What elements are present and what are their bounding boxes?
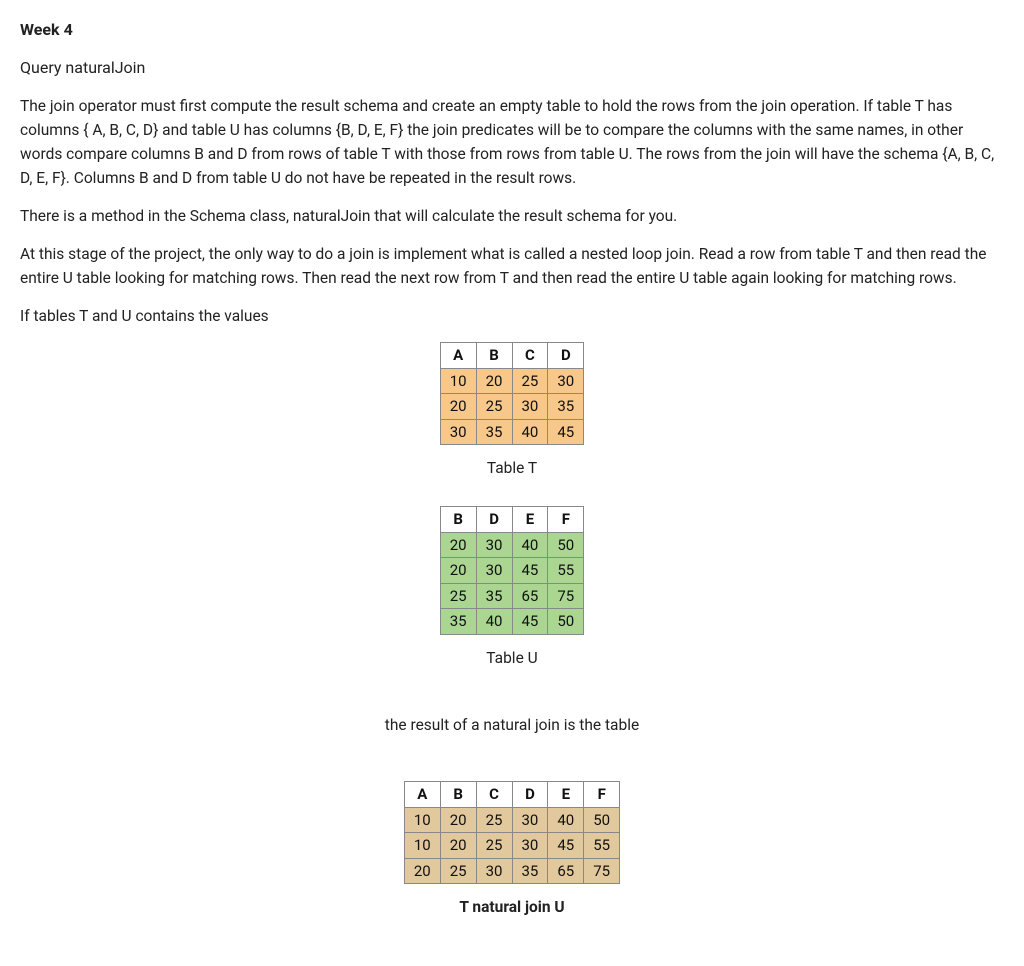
table-cell: 35 <box>476 583 512 609</box>
table-cell: 20 <box>476 368 512 394</box>
table-cell: 25 <box>476 807 512 833</box>
table-cell: 45 <box>512 558 548 584</box>
table-cell: 65 <box>548 858 584 884</box>
table-result: A B C D E F 10 20 25 30 40 50 10 20 25 3… <box>404 781 620 884</box>
table-row: 20 30 40 50 <box>440 532 584 558</box>
paragraph-2: There is a method in the Schema class, n… <box>20 204 1004 228</box>
table-row: 10 20 25 30 40 50 <box>404 807 619 833</box>
table-cell: 35 <box>440 609 476 635</box>
table-cell: 65 <box>512 583 548 609</box>
table-cell: 20 <box>440 532 476 558</box>
table-header-cell: D <box>476 507 512 533</box>
table-header-cell: B <box>476 343 512 369</box>
table-cell: 45 <box>512 609 548 635</box>
table-cell: 25 <box>512 368 548 394</box>
table-cell: 30 <box>512 833 548 859</box>
table-cell: 30 <box>476 558 512 584</box>
subheading-query: Query naturalJoin <box>20 56 1004 80</box>
table-header-cell: E <box>512 507 548 533</box>
table-header-cell: B <box>440 507 476 533</box>
table-row: 30 35 40 45 <box>440 419 584 445</box>
table-cell: 45 <box>548 419 584 445</box>
table-u-caption: Table U <box>486 647 537 670</box>
table-cell: 30 <box>512 394 548 420</box>
result-intro: the result of a natural join is the tabl… <box>385 714 639 737</box>
table-cell: 20 <box>440 558 476 584</box>
table-row: 20 30 45 55 <box>440 558 584 584</box>
table-header-cell: F <box>548 507 584 533</box>
table-cell: 25 <box>476 833 512 859</box>
table-cell: 75 <box>548 583 584 609</box>
table-row: 20 25 30 35 65 75 <box>404 858 619 884</box>
table-cell: 25 <box>476 394 512 420</box>
table-cell: 10 <box>440 368 476 394</box>
table-cell: 50 <box>584 807 620 833</box>
table-header-cell: C <box>476 782 512 808</box>
table-cell: 45 <box>548 833 584 859</box>
table-cell: 30 <box>548 368 584 394</box>
table-t: A B C D 10 20 25 30 20 25 30 35 30 35 <box>440 342 585 445</box>
table-cell: 20 <box>404 858 440 884</box>
table-row: 10 20 25 30 <box>440 368 584 394</box>
table-cell: 35 <box>476 419 512 445</box>
table-header-cell: F <box>584 782 620 808</box>
table-header-cell: D <box>512 782 548 808</box>
table-header-row: A B C D E F <box>404 782 619 808</box>
table-cell: 55 <box>548 558 584 584</box>
table-cell: 75 <box>584 858 620 884</box>
table-header-cell: B <box>440 782 476 808</box>
table-header-cell: D <box>548 343 584 369</box>
table-cell: 35 <box>512 858 548 884</box>
table-cell: 30 <box>440 419 476 445</box>
paragraph-4: If tables T and U contains the values <box>20 304 1004 328</box>
table-cell: 10 <box>404 807 440 833</box>
table-cell: 40 <box>512 419 548 445</box>
table-row: 20 25 30 35 <box>440 394 584 420</box>
table-header-cell: E <box>548 782 584 808</box>
table-header-row: B D E F <box>440 507 584 533</box>
table-row: 25 35 65 75 <box>440 583 584 609</box>
table-cell: 40 <box>512 532 548 558</box>
table-header-row: A B C D <box>440 343 584 369</box>
table-cell: 30 <box>476 858 512 884</box>
table-u: B D E F 20 30 40 50 20 30 45 55 25 35 <box>440 506 585 635</box>
table-cell: 20 <box>440 807 476 833</box>
table-header-cell: C <box>512 343 548 369</box>
table-header-cell: A <box>404 782 440 808</box>
table-header-cell: A <box>440 343 476 369</box>
table-cell: 55 <box>584 833 620 859</box>
table-cell: 25 <box>440 583 476 609</box>
table-result-caption: T natural join U <box>459 896 564 919</box>
table-row: 35 40 45 50 <box>440 609 584 635</box>
table-cell: 10 <box>404 833 440 859</box>
table-cell: 40 <box>476 609 512 635</box>
table-t-caption: Table T <box>487 457 537 480</box>
paragraph-1: The join operator must first compute the… <box>20 94 1004 190</box>
table-cell: 20 <box>440 833 476 859</box>
table-cell: 40 <box>548 807 584 833</box>
week-heading: Week 4 <box>20 18 1004 42</box>
table-cell: 30 <box>512 807 548 833</box>
table-cell: 30 <box>476 532 512 558</box>
table-cell: 50 <box>548 532 584 558</box>
table-cell: 50 <box>548 609 584 635</box>
paragraph-3: At this stage of the project, the only w… <box>20 242 1004 290</box>
table-cell: 35 <box>548 394 584 420</box>
table-cell: 25 <box>440 858 476 884</box>
table-cell: 20 <box>440 394 476 420</box>
table-row: 10 20 25 30 45 55 <box>404 833 619 859</box>
